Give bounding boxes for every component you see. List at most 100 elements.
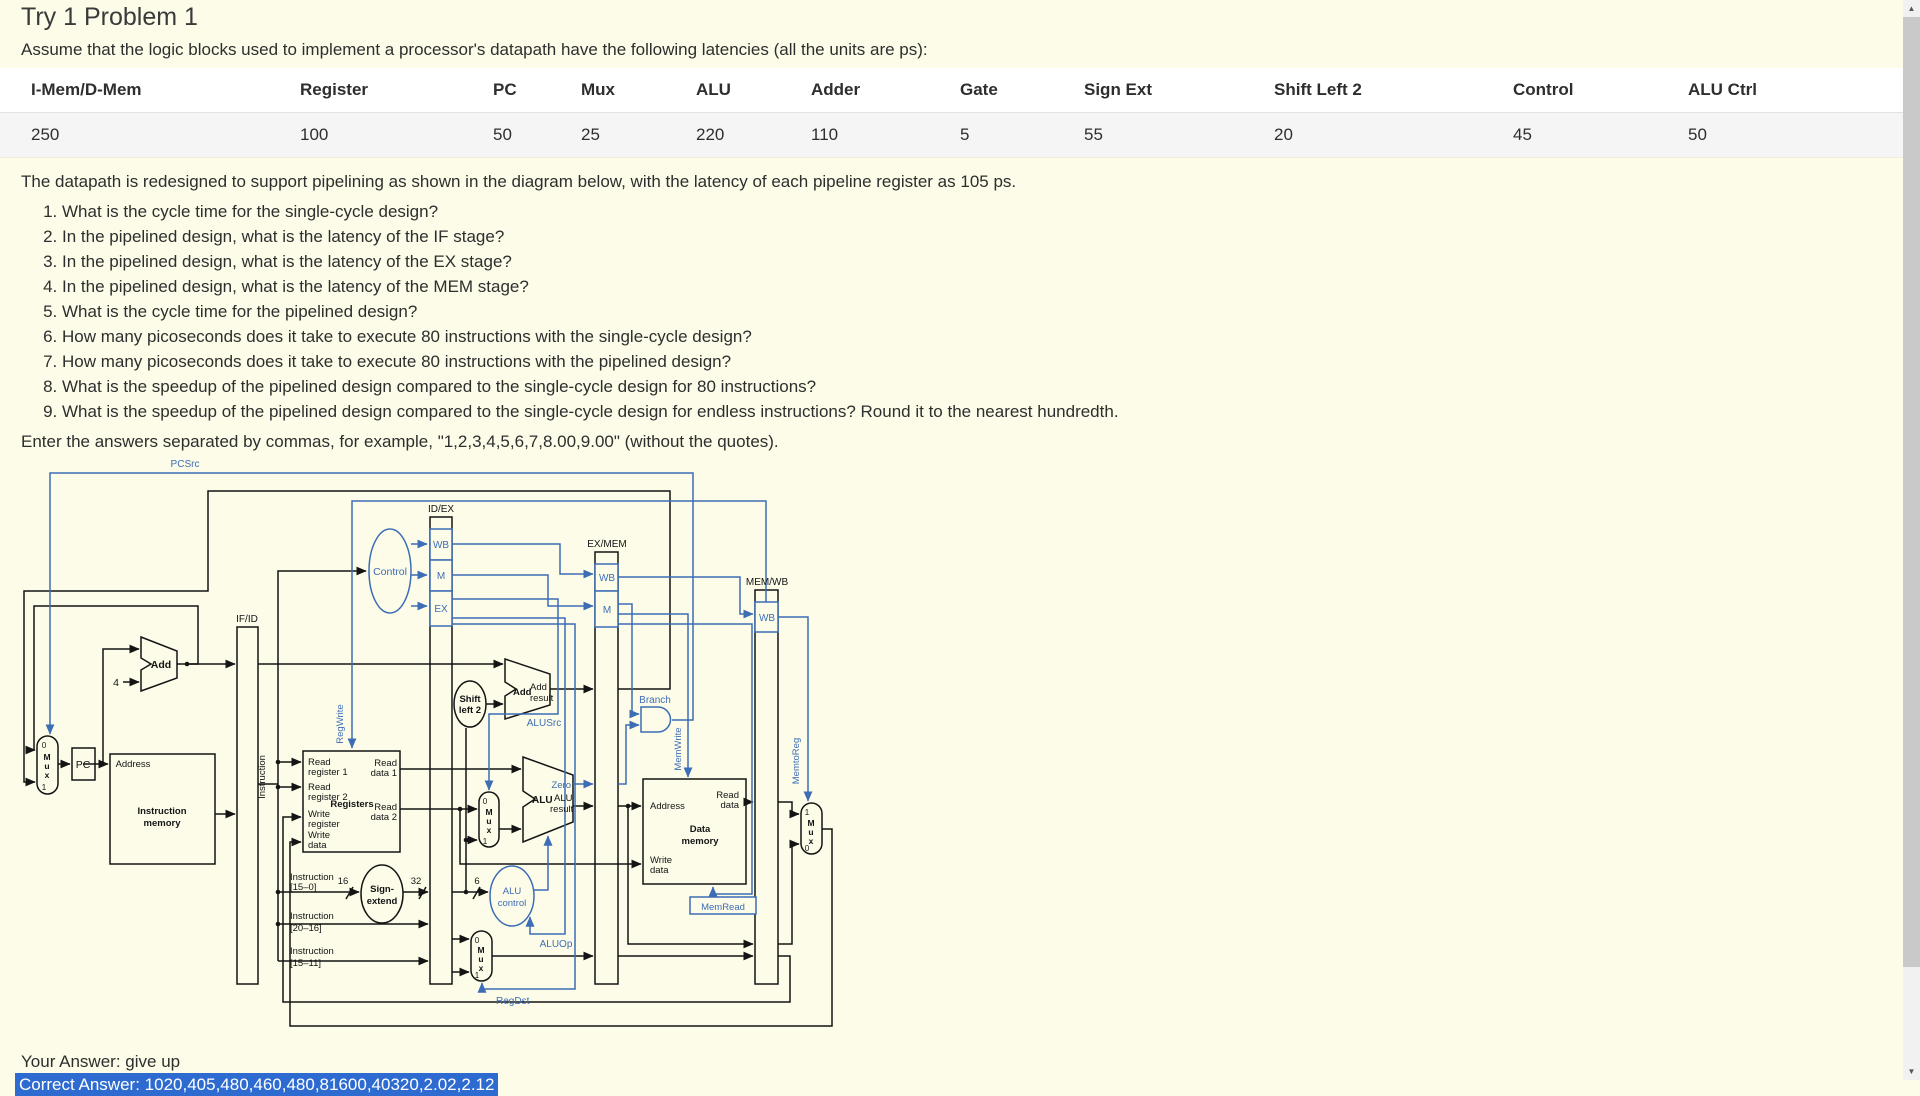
alu-control-label-2: control — [498, 898, 527, 909]
four-label: 4 — [113, 677, 119, 689]
svg-text:x: x — [479, 963, 484, 973]
scrollbar-thumb[interactable] — [1903, 17, 1920, 967]
read-data2-label-2: data 2 — [371, 812, 397, 823]
shift-left-2-label-1: Shift — [459, 694, 481, 705]
val-sign-ext: 55 — [1074, 112, 1264, 158]
imem-title-1: Instruction — [137, 806, 186, 817]
memread-label: MemRead — [701, 902, 745, 913]
alu-result-label-1: ALU — [554, 793, 573, 804]
ex-mem-wb-label: WB — [599, 573, 615, 584]
col-gate: Gate — [950, 68, 1074, 113]
dmem-read-data-2: data — [721, 800, 740, 811]
svg-text:0: 0 — [805, 844, 810, 853]
dmem-title-2: memory — [682, 836, 720, 847]
memwrite-label: MemWrite — [673, 727, 684, 770]
scrollbar-up-arrow-icon[interactable]: ▲ — [1903, 0, 1920, 17]
add-label: Add — [151, 659, 171, 671]
aluop-label: ALUOp — [540, 939, 573, 950]
col-register: Register — [290, 68, 483, 113]
mem-wb-label: MEM/WB — [746, 577, 789, 588]
your-answer-label: Your Answer: — [21, 1052, 121, 1071]
val-shift-left-2: 20 — [1264, 112, 1503, 158]
question-list: What is the cycle time for the single-cy… — [0, 199, 1920, 424]
write-reg-label-2: register — [308, 819, 340, 830]
latency-table: I-Mem/D-Mem Register PC Mux ALU Adder Ga… — [0, 68, 1903, 158]
zero-label: Zero — [551, 780, 571, 791]
correct-answer-value: 1020,405,480,460,480,81600,40320,2.02,2.… — [144, 1075, 495, 1094]
val-register: 100 — [290, 112, 483, 158]
write-data-label-2: data — [308, 840, 327, 851]
page-title: Try 1 Problem 1 — [21, 3, 198, 31]
sign-extend-label-1: Sign- — [370, 884, 394, 895]
alusrc-label: ALUSrc — [527, 718, 561, 729]
svg-text:0: 0 — [475, 936, 480, 945]
sign-extend-label-2: extend — [367, 896, 398, 907]
svg-text:1: 1 — [475, 971, 480, 980]
svg-text:1: 1 — [42, 783, 47, 792]
shift-left-2-label-2: left 2 — [459, 705, 481, 716]
scrollbar-down-arrow-icon[interactable]: ▼ — [1903, 1063, 1920, 1080]
instr-20-16-label-1: Instruction — [290, 911, 334, 922]
pcsrc-label: PCSrc — [171, 459, 200, 470]
registers-title: Registers — [330, 799, 373, 810]
id-ex-m-label: M — [437, 571, 445, 582]
dmem-title-1: Data — [690, 824, 711, 835]
datapath-components — [36, 516, 823, 985]
your-answer-line: Your Answer: give up — [21, 1052, 1920, 1072]
id-ex-label: ID/EX — [428, 504, 454, 515]
svg-text:x: x — [809, 836, 814, 846]
val-adder: 110 — [801, 112, 950, 158]
add-result-label-1: Add — [530, 682, 547, 693]
dmem-address-label: Address — [650, 801, 685, 812]
question-1: What is the cycle time for the single-cy… — [62, 199, 1920, 224]
col-alu-ctrl: ALU Ctrl — [1678, 68, 1903, 113]
question-8: What is the speedup of the pipelined des… — [62, 374, 1920, 399]
question-4: In the pipelined design, what is the lat… — [62, 274, 1920, 299]
question-6: How many picoseconds does it take to exe… — [62, 324, 1920, 349]
question-7: How many picoseconds does it take to exe… — [62, 349, 1920, 374]
correct-answer-label: Correct Answer: — [19, 1075, 140, 1094]
svg-text:x: x — [487, 825, 492, 835]
svg-text:1: 1 — [805, 808, 810, 817]
col-alu: ALU — [686, 68, 801, 113]
dmem-write-data-2: data — [650, 865, 669, 876]
branch-wire — [618, 603, 640, 719]
memtoreg-label: MemtoReg — [791, 738, 802, 784]
vertical-scrollbar[interactable]: ▲ ▼ — [1903, 0, 1920, 1080]
instr-20-16-label-2: [20–16] — [290, 923, 322, 934]
problem-page: Try 1 Problem 1 Assume that the logic bl… — [0, 0, 1920, 1096]
instr-15-11-label-1: Instruction — [290, 946, 334, 957]
imem-address-label: Address — [116, 759, 151, 770]
imem-title-2: memory — [144, 818, 182, 829]
answer-instructions: Enter the answers separated by commas, f… — [21, 432, 779, 451]
ex-mem-label: EX/MEM — [587, 539, 626, 550]
intro-text: Assume that the logic blocks used to imp… — [21, 40, 928, 59]
val-alu-ctrl: 50 — [1678, 112, 1903, 158]
col-sign-ext: Sign Ext — [1074, 68, 1264, 113]
read-data1-label-2: data 1 — [371, 768, 397, 779]
val-pc: 50 — [483, 112, 571, 158]
svg-text:0: 0 — [42, 741, 47, 750]
pc-label: PC — [76, 759, 91, 771]
val-control: 45 — [1503, 112, 1678, 158]
id-ex-wb-label: WB — [433, 540, 449, 551]
width-16-label: 16 — [338, 876, 349, 887]
mem-wb-register — [754, 589, 779, 985]
datapath-diagram: PCSrc IF/ID ID/EX EX/MEM MEM/WB WB M EX … — [23, 459, 833, 1027]
svg-text:1: 1 — [483, 837, 488, 846]
val-imem-dmem: 250 — [0, 112, 290, 158]
question-3: In the pipelined design, what is the lat… — [62, 249, 1920, 274]
correct-answer-highlight: Correct Answer: 1020,405,480,460,480,816… — [15, 1073, 499, 1096]
regwrite-label: RegWrite — [335, 704, 346, 743]
pipeline-note: The datapath is redesigned to support pi… — [21, 172, 1017, 191]
col-mux: Mux — [571, 68, 686, 113]
val-gate: 5 — [950, 112, 1074, 158]
instr-15-0-label-2: [15–0] — [290, 882, 316, 893]
alu-control-label-1: ALU — [503, 886, 522, 897]
width-32-label: 32 — [411, 876, 422, 887]
branch-add-label: Add — [513, 687, 532, 698]
mem-wb-wb-label: WB — [759, 613, 775, 624]
instruction-bus-label: Instruction — [257, 755, 268, 799]
val-alu: 220 — [686, 112, 801, 158]
col-imem-dmem: I-Mem/D-Mem — [0, 68, 290, 113]
